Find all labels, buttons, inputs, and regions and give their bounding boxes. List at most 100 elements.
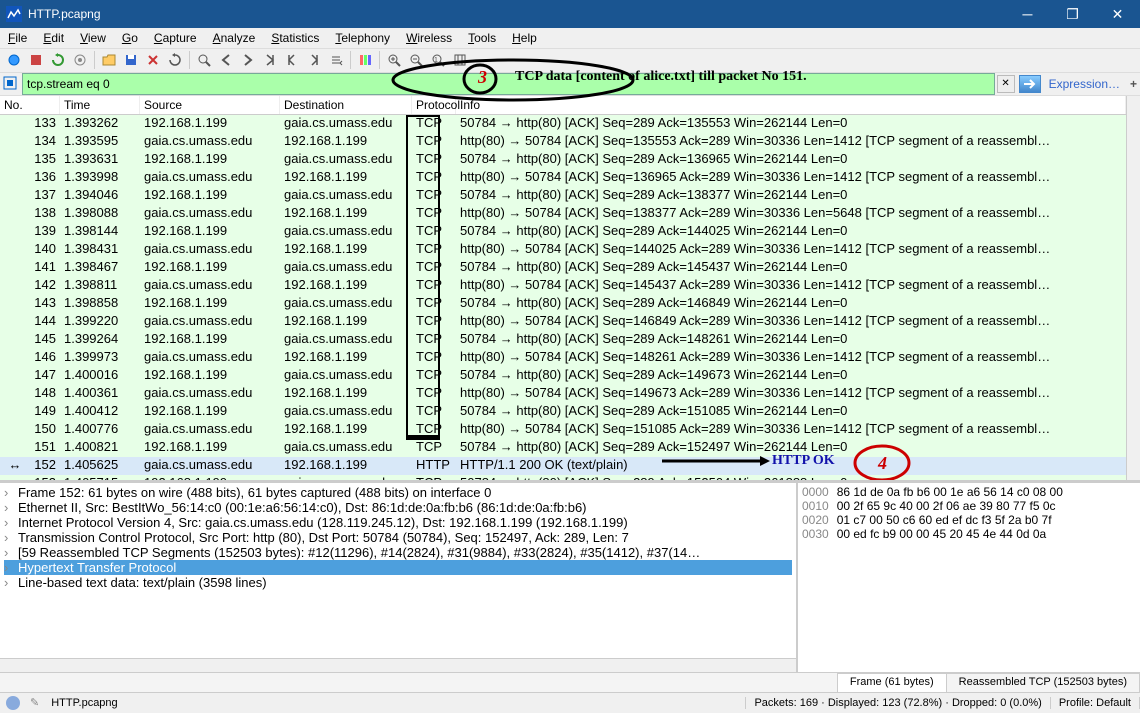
bytes-tabs: Frame (61 bytes) Reassembled TCP (152503…	[0, 672, 1140, 691]
annotation-label-httpok: HTTP OK	[772, 453, 835, 469]
col-source[interactable]: Source	[140, 96, 280, 114]
menu-analyze[interactable]: Analyze	[205, 31, 264, 45]
menu-view[interactable]: View	[72, 31, 114, 45]
packet-bytes-pane[interactable]: 000086 1d de 0a fb b6 00 1e a6 56 14 c0 …	[798, 483, 1140, 543]
window-title: HTTP.pcapng	[28, 7, 1005, 21]
maximize-button[interactable]: ❐	[1050, 0, 1095, 28]
close-file-icon[interactable]	[143, 50, 163, 70]
last-packet-icon[interactable]	[304, 50, 324, 70]
menu-wireless[interactable]: Wireless	[398, 31, 460, 45]
table-row[interactable]: 1411.398467192.168.1.199gaia.cs.umass.ed…	[0, 259, 1126, 277]
table-row[interactable]: 1441.399220gaia.cs.umass.edu192.168.1.19…	[0, 313, 1126, 331]
expert-info-icon[interactable]	[6, 696, 20, 710]
zoom-reset-icon[interactable]: 1	[428, 50, 448, 70]
find-packet-icon[interactable]	[194, 50, 214, 70]
packet-list[interactable]: HTTP OK 4 ↔ 1331.393262192.168.1.199gaia…	[0, 115, 1126, 481]
annotation-text-tcp-data: TCP data [content of alice.txt] till pac…	[515, 69, 807, 85]
status-file: HTTP.pcapng	[43, 697, 746, 709]
restart-capture-icon[interactable]	[48, 50, 68, 70]
status-packets: Packets: 169 · Displayed: 123 (72.8%) · …	[746, 697, 1050, 709]
detail-line[interactable]: Hypertext Transfer Protocol	[4, 560, 792, 575]
col-no[interactable]: No.	[0, 96, 60, 114]
table-row[interactable]: 1331.393262192.168.1.199gaia.cs.umass.ed…	[0, 115, 1126, 133]
table-row[interactable]: 1361.393998gaia.cs.umass.edu192.168.1.19…	[0, 169, 1126, 187]
bookmark-filter-icon[interactable]	[2, 75, 20, 93]
menu-tools[interactable]: Tools	[460, 31, 504, 45]
resize-columns-icon[interactable]	[450, 50, 470, 70]
svg-text:1: 1	[434, 57, 438, 64]
display-filter-input[interactable]	[22, 73, 995, 95]
first-packet-icon[interactable]	[282, 50, 302, 70]
edit-mode-icon[interactable]: ✎	[26, 696, 43, 709]
detail-line[interactable]: Transmission Control Protocol, Src Port:…	[4, 530, 792, 545]
hex-line[interactable]: 000086 1d de 0a fb b6 00 1e a6 56 14 c0 …	[802, 485, 1136, 499]
clear-filter-icon[interactable]: ✕	[997, 75, 1015, 93]
table-row[interactable]: 1431.398858192.168.1.199gaia.cs.umass.ed…	[0, 295, 1126, 313]
apply-filter-button[interactable]	[1019, 75, 1041, 93]
start-capture-icon[interactable]	[4, 50, 24, 70]
table-row[interactable]: 1421.398811gaia.cs.umass.edu192.168.1.19…	[0, 277, 1126, 295]
table-row[interactable]: 1471.400016192.168.1.199gaia.cs.umass.ed…	[0, 367, 1126, 385]
capture-options-icon[interactable]	[70, 50, 90, 70]
detail-line[interactable]: Frame 152: 61 bytes on wire (488 bits), …	[4, 485, 792, 500]
detail-line[interactable]: Ethernet II, Src: BestItWo_56:14:c0 (00:…	[4, 500, 792, 515]
add-filter-button[interactable]: +	[1126, 77, 1140, 91]
goto-packet-icon[interactable]	[260, 50, 280, 70]
close-button[interactable]: ✕	[1095, 0, 1140, 28]
menu-statistics[interactable]: Statistics	[263, 31, 327, 45]
hex-line[interactable]: 002001 c7 00 50 c6 60 ed ef dc f3 5f 2a …	[802, 513, 1136, 527]
table-row[interactable]: 1521.405625gaia.cs.umass.edu192.168.1.19…	[0, 457, 1126, 475]
detail-line[interactable]: Line-based text data: text/plain (3598 l…	[4, 575, 792, 590]
col-info[interactable]: Info	[456, 96, 1126, 114]
menu-file[interactable]: File	[0, 31, 35, 45]
annotation-number-4: 4	[878, 453, 887, 474]
status-profile[interactable]: Profile: Default	[1051, 697, 1140, 709]
table-row[interactable]: 1401.398431gaia.cs.umass.edu192.168.1.19…	[0, 241, 1126, 259]
col-protocol[interactable]: Protocol	[412, 96, 456, 114]
table-row[interactable]: 1491.400412192.168.1.199gaia.cs.umass.ed…	[0, 403, 1126, 421]
annotation-arrow-httpok	[662, 454, 770, 468]
menu-capture[interactable]: Capture	[146, 31, 205, 45]
reload-icon[interactable]	[165, 50, 185, 70]
table-row[interactable]: 1481.400361gaia.cs.umass.edu192.168.1.19…	[0, 385, 1126, 403]
table-row[interactable]: 1531.405715192.168.1.199gaia.cs.umass.ed…	[0, 475, 1126, 481]
col-time[interactable]: Time	[60, 96, 140, 114]
menu-telephony[interactable]: Telephony	[327, 31, 398, 45]
detail-line[interactable]: [59 Reassembled TCP Segments (152503 byt…	[4, 545, 792, 560]
table-row[interactable]: 1501.400776gaia.cs.umass.edu192.168.1.19…	[0, 421, 1126, 439]
col-destination[interactable]: Destination	[280, 96, 412, 114]
colorize-icon[interactable]	[355, 50, 375, 70]
table-row[interactable]: 1351.393631192.168.1.199gaia.cs.umass.ed…	[0, 151, 1126, 169]
table-row[interactable]: 1371.394046192.168.1.199gaia.cs.umass.ed…	[0, 187, 1126, 205]
menu-edit[interactable]: Edit	[35, 31, 72, 45]
scrollbar[interactable]	[1126, 96, 1140, 481]
menu-help[interactable]: Help	[504, 31, 545, 45]
table-row[interactable]: 1341.393595gaia.cs.umass.edu192.168.1.19…	[0, 133, 1126, 151]
zoom-in-icon[interactable]	[384, 50, 404, 70]
hex-line[interactable]: 003000 ed fc b9 00 00 45 20 45 4e 44 0d …	[802, 527, 1136, 541]
table-row[interactable]: 1511.400821192.168.1.199gaia.cs.umass.ed…	[0, 439, 1126, 457]
menubar: FileEditViewGoCaptureAnalyzeStatisticsTe…	[0, 28, 1140, 49]
hex-line[interactable]: 001000 2f 65 9c 40 00 2f 06 ae 39 80 77 …	[802, 499, 1136, 513]
minimize-button[interactable]: ─	[1005, 0, 1050, 28]
stop-capture-icon[interactable]	[26, 50, 46, 70]
table-row[interactable]: 1461.399973gaia.cs.umass.edu192.168.1.19…	[0, 349, 1126, 367]
next-packet-icon[interactable]	[238, 50, 258, 70]
status-bar: ✎ HTTP.pcapng Packets: 169 · Displayed: …	[0, 692, 1140, 713]
open-file-icon[interactable]	[99, 50, 119, 70]
table-row[interactable]: 1391.398144192.168.1.199gaia.cs.umass.ed…	[0, 223, 1126, 241]
tab-frame[interactable]: Frame (61 bytes)	[837, 673, 947, 691]
menu-go[interactable]: Go	[114, 31, 146, 45]
detail-line[interactable]: Internet Protocol Version 4, Src: gaia.c…	[4, 515, 792, 530]
table-row[interactable]: 1451.399264192.168.1.199gaia.cs.umass.ed…	[0, 331, 1126, 349]
packet-list-header[interactable]: No. Time Source Destination Protocol Inf…	[0, 96, 1126, 115]
tab-reassembled[interactable]: Reassembled TCP (152503 bytes)	[946, 673, 1140, 691]
expression-button[interactable]: Expression…	[1043, 77, 1126, 91]
table-row[interactable]: 1381.398088gaia.cs.umass.edu192.168.1.19…	[0, 205, 1126, 223]
auto-scroll-icon[interactable]	[326, 50, 346, 70]
packet-details-pane[interactable]: Frame 152: 61 bytes on wire (488 bits), …	[0, 483, 798, 672]
zoom-out-icon[interactable]	[406, 50, 426, 70]
details-hscroll[interactable]	[0, 658, 796, 672]
prev-packet-icon[interactable]	[216, 50, 236, 70]
save-file-icon[interactable]	[121, 50, 141, 70]
